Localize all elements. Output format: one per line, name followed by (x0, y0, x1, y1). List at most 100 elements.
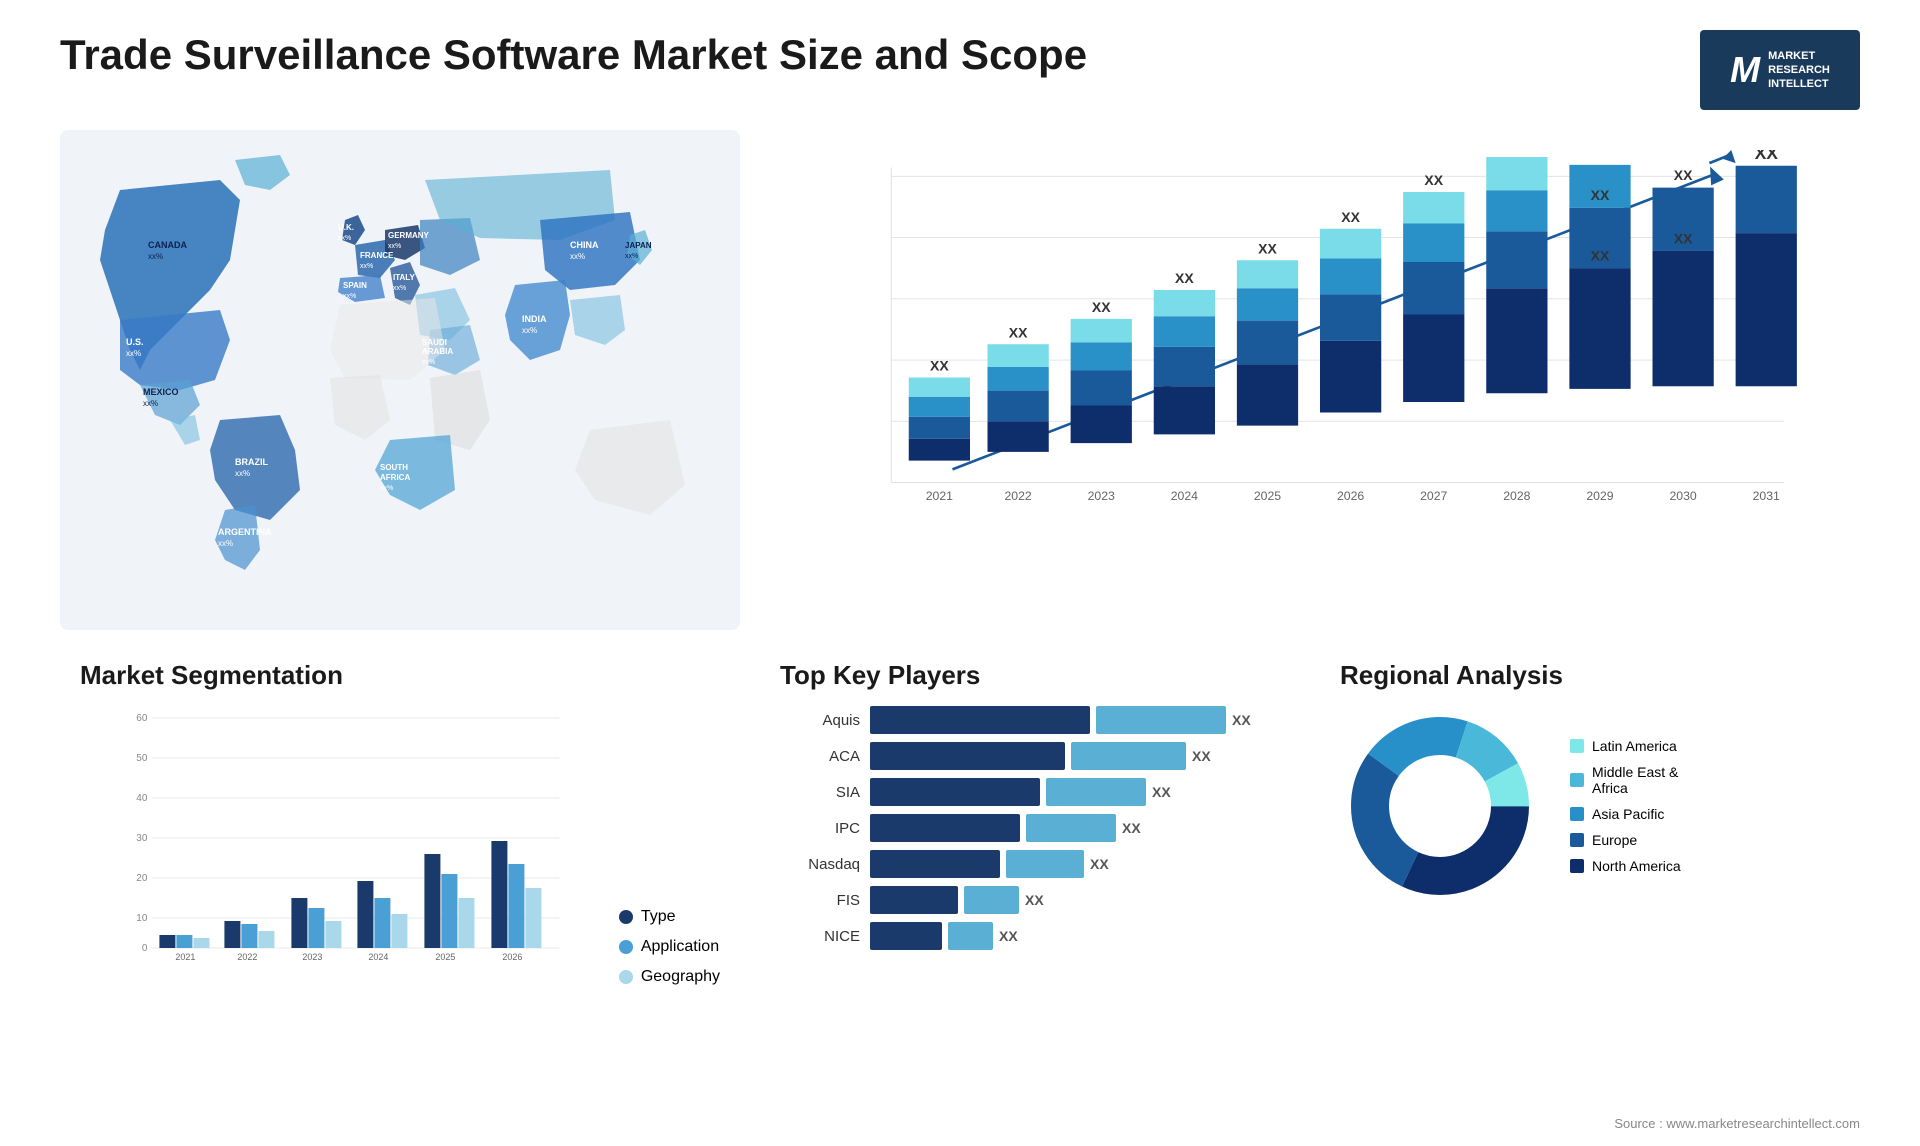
svg-text:50: 50 (136, 753, 148, 764)
svg-text:2023: 2023 (302, 952, 322, 962)
svg-text:xx%: xx% (625, 253, 638, 260)
player-xx-fis: XX (1025, 892, 1044, 908)
svg-text:xx%: xx% (148, 252, 163, 261)
player-bars-fis: XX (870, 886, 1280, 914)
legend-mea-color (1570, 773, 1584, 787)
player-bars-aquis: XX (870, 706, 1280, 734)
player-bars-ipc: XX (870, 814, 1280, 842)
players-list: Aquis XX ACA XX (780, 706, 1280, 950)
svg-text:xx%: xx% (380, 485, 393, 492)
svg-text:2021: 2021 (175, 952, 195, 962)
svg-text:U.K.: U.K. (338, 223, 354, 232)
svg-text:xx%: xx% (126, 349, 141, 358)
svg-text:2030: 2030 (1669, 489, 1696, 503)
svg-text:ARGENTINA: ARGENTINA (218, 527, 272, 537)
player-xx-sia: XX (1152, 784, 1171, 800)
svg-text:BRAZIL: BRAZIL (235, 457, 268, 467)
svg-text:30: 30 (136, 833, 148, 844)
legend-geography-dot (619, 970, 633, 984)
player-xx-aquis: XX (1232, 712, 1251, 728)
svg-text:XX: XX (1009, 324, 1028, 340)
svg-text:MEXICO: MEXICO (143, 387, 179, 397)
players-section: Top Key Players Aquis XX ACA (760, 650, 1300, 950)
player-xx-nice: XX (999, 928, 1018, 944)
donut-area: Latin America Middle East &Africa Asia P… (1340, 706, 1840, 906)
svg-text:2022: 2022 (1004, 489, 1031, 503)
svg-text:xx%: xx% (388, 243, 401, 250)
svg-text:60: 60 (136, 713, 148, 724)
logo-m-letter: M (1730, 49, 1760, 91)
svg-text:ITALY: ITALY (393, 273, 415, 282)
player-name-aquis: Aquis (780, 712, 860, 729)
donut-chart-svg (1340, 706, 1540, 906)
svg-text:2021: 2021 (926, 489, 953, 503)
logo-text: MARKET RESEARCH INTELLECT (1768, 49, 1830, 92)
svg-text:2024: 2024 (368, 952, 388, 962)
legend-mea-label: Middle East &Africa (1592, 764, 1678, 796)
svg-text:XX: XX (1424, 172, 1443, 188)
svg-text:0: 0 (142, 943, 148, 954)
svg-text:JAPAN: JAPAN (625, 241, 652, 250)
svg-text:XX: XX (1175, 270, 1194, 286)
legend-application-label: Application (641, 938, 719, 956)
player-bars-aca: XX (870, 742, 1280, 770)
svg-text:xx%: xx% (360, 263, 373, 270)
bar-chart-section: XX XX XX XX (760, 130, 1860, 630)
svg-text:10: 10 (136, 913, 148, 924)
svg-text:U.S.: U.S. (126, 337, 144, 347)
source-text: Source : www.marketresearchintellect.com (1614, 1116, 1860, 1131)
player-bar1-fis (870, 886, 958, 914)
svg-text:CHINA: CHINA (570, 240, 599, 250)
legend-mea: Middle East &Africa (1570, 764, 1681, 796)
player-name-sia: SIA (780, 784, 860, 801)
page-container: Trade Surveillance Software Market Size … (0, 0, 1920, 1146)
segmentation-section: Market Segmentation 60 50 40 30 20 10 0 (60, 650, 740, 950)
svg-text:2025: 2025 (1254, 489, 1281, 503)
svg-text:xx%: xx% (338, 235, 351, 242)
svg-text:XX: XX (1258, 240, 1277, 256)
seg-chart-area: 60 50 40 30 20 10 0 (80, 706, 720, 986)
svg-text:AFRICA: AFRICA (380, 473, 410, 482)
legend-application-dot (619, 940, 633, 954)
svg-text:20: 20 (136, 873, 148, 884)
player-bar2-aquis (1096, 706, 1226, 734)
legend-north-america: North America (1570, 858, 1681, 874)
svg-text:XX: XX (1755, 150, 1779, 163)
donut-legend: Latin America Middle East &Africa Asia P… (1570, 738, 1681, 874)
seg-chart-svg: 60 50 40 30 20 10 0 (80, 706, 599, 966)
seg-legend: Type Application Geography (619, 908, 720, 986)
player-name-nasdaq: Nasdaq (780, 856, 860, 873)
header: Trade Surveillance Software Market Size … (60, 30, 1860, 110)
player-bars-sia: XX (870, 778, 1280, 806)
legend-la-color (1570, 739, 1584, 753)
svg-text:xx%: xx% (235, 469, 250, 478)
player-row-fis: FIS XX (780, 886, 1280, 914)
legend-eu-label: Europe (1592, 832, 1637, 848)
svg-text:xx%: xx% (218, 539, 233, 548)
player-bars-nice: XX (870, 922, 1280, 950)
svg-text:SAUDI: SAUDI (422, 338, 447, 347)
svg-text:xx%: xx% (143, 399, 158, 408)
logo-line2: RESEARCH (1768, 63, 1830, 77)
svg-text:ARABIA: ARABIA (422, 347, 453, 356)
svg-text:XX: XX (1092, 299, 1111, 315)
regional-section: Regional Analysis (1320, 650, 1860, 950)
svg-text:2024: 2024 (1171, 489, 1198, 503)
svg-text:2023: 2023 (1088, 489, 1115, 503)
logo-container: M MARKET RESEARCH INTELLECT (1700, 30, 1860, 110)
svg-text:XX: XX (1508, 150, 1527, 153)
players-title: Top Key Players (780, 660, 1280, 691)
player-bar1-aca (870, 742, 1065, 770)
svg-text:CANADA: CANADA (148, 240, 187, 250)
player-row-nasdaq: Nasdaq XX (780, 850, 1280, 878)
svg-text:xx%: xx% (343, 293, 356, 300)
svg-text:FRANCE: FRANCE (360, 251, 394, 260)
legend-eu-color (1570, 833, 1584, 847)
svg-text:xx%: xx% (422, 359, 435, 366)
legend-latin-america: Latin America (1570, 738, 1681, 754)
svg-text:XX: XX (930, 358, 949, 374)
player-row-aquis: Aquis XX (780, 706, 1280, 734)
svg-text:2022: 2022 (237, 952, 257, 962)
svg-text:xx%: xx% (570, 252, 585, 261)
player-bar1-aquis (870, 706, 1090, 734)
